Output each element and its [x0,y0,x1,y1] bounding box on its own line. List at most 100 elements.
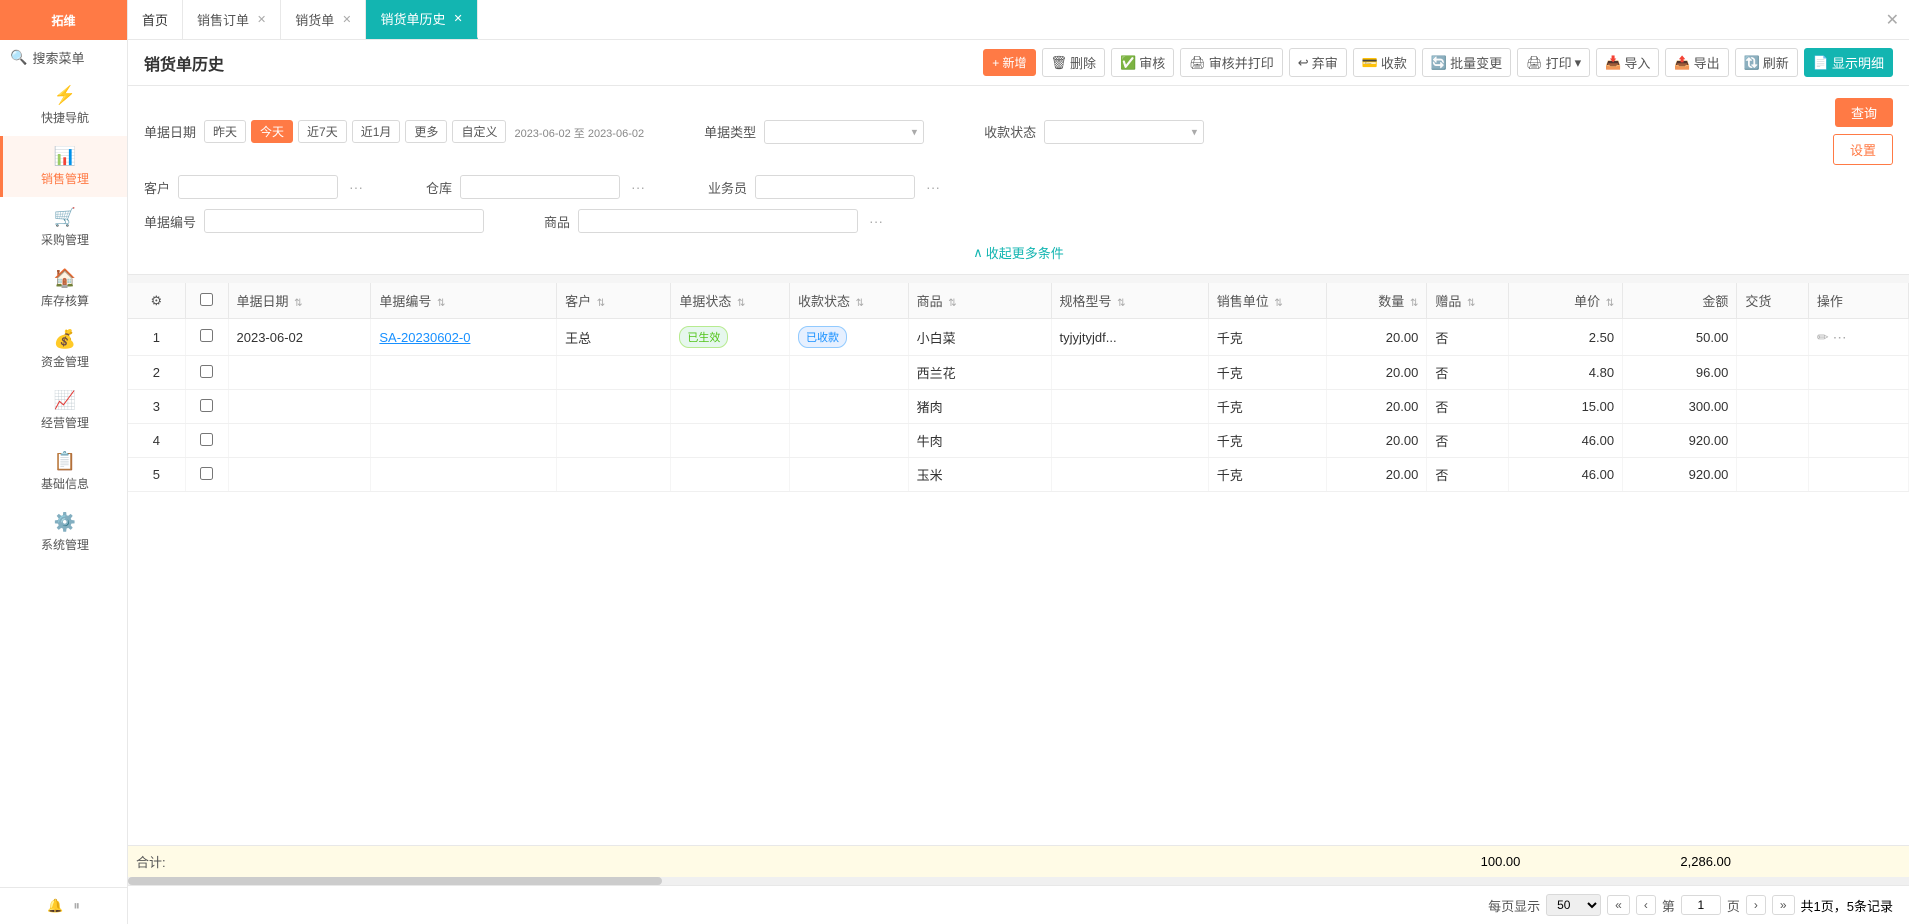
row-checkbox[interactable] [200,433,213,446]
prev-page-btn[interactable]: ‹ [1636,895,1656,915]
row-check[interactable] [185,319,228,356]
doc-type-select[interactable] [764,120,924,144]
goods-input[interactable] [578,209,858,233]
customer-input[interactable] [178,175,338,199]
row-checkbox[interactable] [200,365,213,378]
row-check[interactable] [185,390,228,424]
show-detail-button[interactable]: 📄 显示明细 [1804,48,1893,77]
sidebar-item-search[interactable]: 🔍 搜索菜单 [0,40,127,75]
col-doc-status[interactable]: 单据状态 ⇅ [671,283,790,319]
set-button[interactable]: 设置 [1833,134,1893,165]
goods-dots-btn[interactable]: ··· [866,213,886,229]
row-qty: 20.00 [1327,319,1427,356]
sidebar-item-system[interactable]: ⚙️ 系统管理 [0,502,127,563]
audit-icon: ✅ [1120,55,1136,71]
col-spec[interactable]: 规格型号 ⇅ [1051,283,1208,319]
col-price[interactable]: 单价 ⇅ [1508,283,1622,319]
search-row-3: 单据编号 商品 ··· [144,209,1893,233]
sidebar-item-baseinfo[interactable]: 📋 基础信息 [0,441,127,502]
row-check[interactable] [185,356,228,390]
notification-icon[interactable]: 🔔 [47,898,63,914]
col-qty[interactable]: 数量 ⇅ [1327,283,1427,319]
col-unit[interactable]: 销售单位 ⇅ [1208,283,1327,319]
col-customer[interactable]: 客户 ⇅ [557,283,671,319]
warehouse-dots-btn[interactable]: ··· [628,179,648,195]
sidebar-item-purchase[interactable]: 🛒 采购管理 [0,197,127,258]
col-pay-status[interactable]: 收款状态 ⇅ [790,283,909,319]
import-button[interactable]: 📥 导入 [1596,48,1659,77]
first-page-btn[interactable]: « [1607,895,1630,915]
per-page-select[interactable]: 50 100 200 [1546,894,1601,916]
row-checkbox[interactable] [200,399,213,412]
row-date [228,356,371,390]
agent-dots-btn[interactable]: ··· [923,179,943,195]
row-gift: 否 [1427,390,1508,424]
col-gift[interactable]: 赠品 ⇅ [1427,283,1508,319]
customer-dots-btn[interactable]: ··· [346,179,366,195]
row-checkbox[interactable] [200,467,213,480]
doc-no-input[interactable] [204,209,484,233]
sidebar-item-inventory[interactable]: 🏠 库存核算 [0,258,127,319]
row-check[interactable] [185,458,228,492]
edit-icon[interactable]: ✏ [1817,329,1829,346]
date-btn-1month[interactable]: 近1月 [352,120,401,143]
tab-sales-order-close[interactable]: ✕ [257,13,266,26]
total-amount: 2,286.00 [1680,854,1731,869]
batch-change-button[interactable]: 🔄 批量变更 [1422,48,1511,77]
doc-no-link[interactable]: SA-20230602-0 [379,330,470,345]
table-footer: 合计: 100.00 2,286.00 [128,845,1909,877]
agent-input[interactable] [755,175,915,199]
row-checkbox[interactable] [200,329,213,342]
col-date[interactable]: 单据日期 ⇅ [228,283,371,319]
pause-icon[interactable]: ⏸ [73,898,80,914]
tab-sales-goods-close[interactable]: ✕ [342,13,351,26]
tabs-bar-close-btn[interactable]: ✕ [1886,10,1909,30]
refresh-button[interactable]: 🔃 刷新 [1735,48,1798,77]
col-no[interactable]: 单据编号 ⇅ [371,283,557,319]
sidebar-item-sales[interactable]: 📊 销售管理 [0,136,127,197]
query-button[interactable]: 查询 [1835,98,1893,127]
total-qty: 100.00 [1481,854,1521,869]
date-btn-today[interactable]: 今天 [251,120,293,143]
audit-button[interactable]: ✅ 审核 [1111,48,1174,77]
more-icon[interactable]: ⋯ [1833,329,1847,346]
row-qty: 20.00 [1327,356,1427,390]
warehouse-input[interactable] [460,175,620,199]
sidebar-item-finance[interactable]: 💰 资金管理 [0,319,127,380]
tab-sales-history-close[interactable]: ✕ [454,12,463,25]
row-unit: 千克 [1208,356,1327,390]
date-btn-more[interactable]: 更多 [405,120,447,143]
col-goods[interactable]: 商品 ⇅ [908,283,1051,319]
abandon-button[interactable]: ↩ 弃审 [1289,48,1347,77]
tab-sales-order[interactable]: 销售订单 ✕ [183,0,281,39]
last-page-btn[interactable]: » [1772,895,1795,915]
sidebar-item-quicknav[interactable]: ⚡ 快捷导航 [0,75,127,136]
receive-button[interactable]: 💳 收款 [1353,48,1416,77]
row-customer: 王总 [557,319,671,356]
date-btn-yesterday[interactable]: 昨天 [204,120,246,143]
new-button[interactable]: + 新增 [983,49,1035,76]
sidebar-purchase-label: 采购管理 [41,231,89,248]
audit-print-button[interactable]: 🖨 审核并打印 [1180,48,1283,77]
page-input[interactable] [1681,895,1721,915]
row-price: 46.00 [1508,424,1622,458]
tab-sales-goods[interactable]: 销货单 ✕ [281,0,366,39]
check-all[interactable] [200,293,213,306]
table-body: 1 2023-06-02 SA-20230602-0 王总 已生效 已收款 小白… [128,319,1909,492]
table-row: 4 牛肉 千克 20.00 否 46.00 920.00 [128,424,1909,458]
horizontal-scrollbar[interactable] [128,877,1909,885]
col-settings[interactable]: ⚙ [128,283,185,319]
export-button[interactable]: 📤 导出 [1665,48,1728,77]
next-page-btn[interactable]: › [1746,895,1766,915]
tab-sales-history[interactable]: 销货单历史 ✕ [366,0,477,39]
pay-status-select[interactable] [1044,120,1204,144]
date-btn-custom[interactable]: 自定义 [452,120,506,143]
delete-button[interactable]: 🗑 删除 [1042,48,1106,77]
print-button[interactable]: 🖨 打印 ▾ [1517,48,1590,77]
row-check[interactable] [185,424,228,458]
sidebar-item-operations[interactable]: 📈 经营管理 [0,380,127,441]
row-price: 4.80 [1508,356,1622,390]
collapse-button[interactable]: ∧ 收起更多条件 [144,243,1893,262]
date-btn-7days[interactable]: 近7天 [298,120,347,143]
tab-home[interactable]: 首页 [128,0,183,39]
